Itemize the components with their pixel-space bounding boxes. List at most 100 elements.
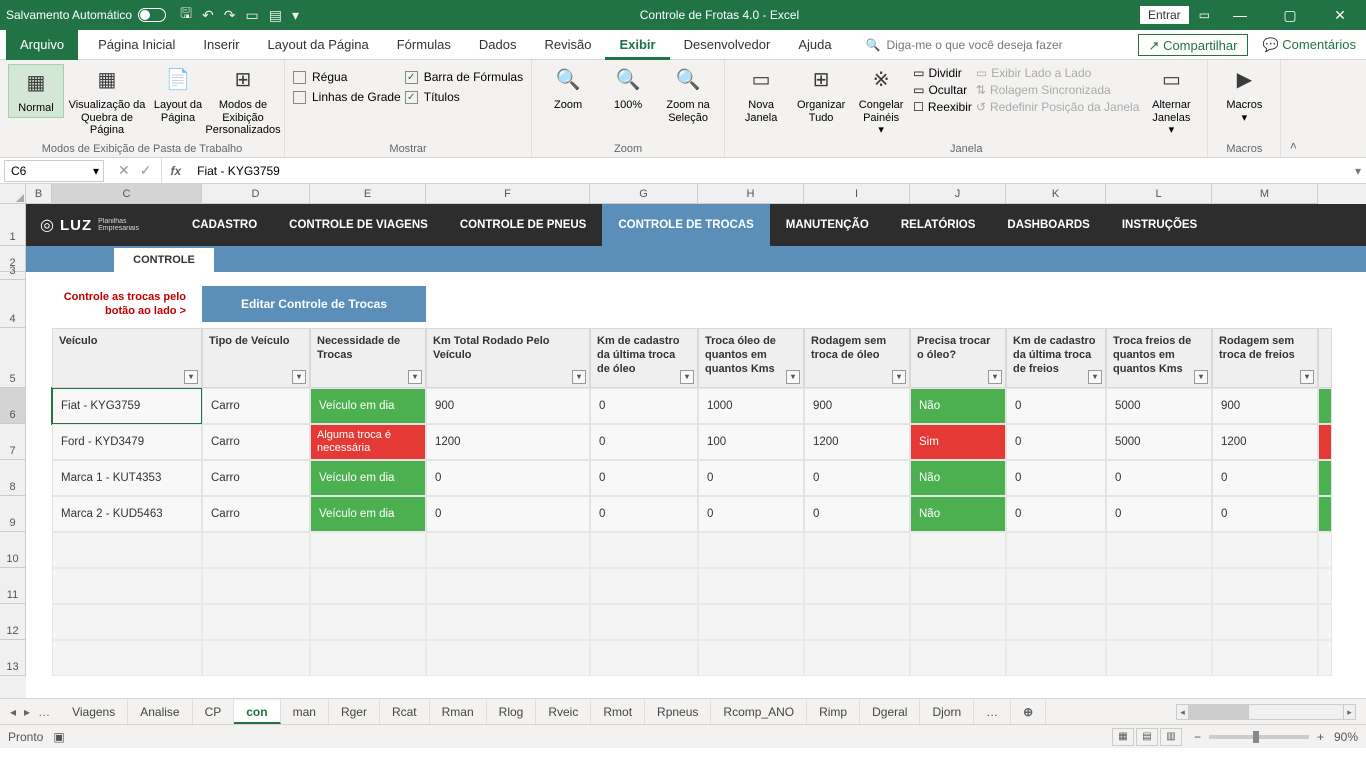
col-header[interactable]: E	[310, 184, 426, 204]
cancel-icon[interactable]: ✕	[118, 162, 130, 179]
filter-dropdown-icon[interactable]: ▾	[184, 370, 198, 384]
sheet-tab-viagens[interactable]: Viagens	[60, 700, 128, 724]
cell-i[interactable]: 0	[804, 460, 910, 496]
sheet-tab-cp[interactable]: CP	[193, 700, 235, 724]
view-pagebreak-icon[interactable]: ▥	[1160, 728, 1182, 746]
save-icon[interactable]: 🖫	[180, 3, 192, 27]
column-header-l[interactable]: Troca freios de quantos em quantos Kms▾	[1106, 328, 1212, 388]
col-header[interactable]: G	[590, 184, 698, 204]
filter-dropdown-icon[interactable]: ▾	[988, 370, 1002, 384]
view-normal-button[interactable]: ▦Normal	[8, 64, 64, 118]
col-header[interactable]: M	[1212, 184, 1318, 204]
cell-f[interactable]: 900	[426, 388, 590, 424]
horizontal-scrollbar[interactable]: ◂ ▸	[1176, 704, 1356, 720]
select-all-corner[interactable]	[0, 184, 26, 204]
cell-i[interactable]: 900	[804, 388, 910, 424]
filter-dropdown-icon[interactable]: ▾	[572, 370, 586, 384]
nav-manutenção[interactable]: MANUTENÇÃO	[770, 204, 885, 246]
row-header[interactable]: 3	[0, 272, 26, 280]
column-header-m[interactable]: Rodagem sem troca de freios▾	[1212, 328, 1318, 388]
cell-e[interactable]: Veículo em dia	[310, 460, 426, 496]
filter-dropdown-icon[interactable]: ▾	[892, 370, 906, 384]
sheet-tab-analise[interactable]: Analise	[128, 700, 192, 724]
cell-h[interactable]: 0	[698, 496, 804, 532]
zoom-in-button[interactable]: +	[1317, 730, 1324, 744]
cell-d[interactable]: Carro	[202, 496, 310, 532]
zoom-button[interactable]: 🔍Zoom	[540, 64, 596, 112]
enter-icon[interactable]: ✓	[140, 162, 152, 179]
cell-k[interactable]: 0	[1006, 388, 1106, 424]
sheet-tab-djorn[interactable]: Djorn	[920, 700, 974, 724]
collapse-ribbon-button[interactable]: ˄	[1281, 60, 1305, 157]
row-header[interactable]: 7	[0, 424, 26, 460]
nav-relatórios[interactable]: RELATÓRIOS	[885, 204, 992, 246]
cell-j[interactable]: Sim	[910, 424, 1006, 460]
cell-g[interactable]: 0	[590, 460, 698, 496]
column-header-i[interactable]: Rodagem sem troca de óleo▾	[804, 328, 910, 388]
scroll-right-icon[interactable]: ▸	[1343, 705, 1355, 719]
split-button[interactable]: ▭ Dividir	[913, 66, 972, 80]
cell-d[interactable]: Carro	[202, 460, 310, 496]
sheet-nav-more-icon[interactable]: …	[974, 700, 1011, 724]
qat-dropdown-icon[interactable]: ▾	[292, 7, 299, 24]
cell-g[interactable]: 0	[590, 496, 698, 532]
cell-g[interactable]: 0	[590, 424, 698, 460]
cell-i[interactable]: 1200	[804, 424, 910, 460]
column-header-h[interactable]: Troca óleo de quantos em quantos Kms▾	[698, 328, 804, 388]
row-header[interactable]: 4	[0, 280, 26, 328]
sheet-tab-rcomp_ano[interactable]: Rcomp_ANO	[711, 700, 807, 724]
tell-me-search[interactable]: 🔍 Diga-me o que você deseja fazer	[846, 38, 1134, 52]
sheet-tab-rveic[interactable]: Rveic	[536, 700, 591, 724]
cell-m[interactable]: 0	[1212, 496, 1318, 532]
undo-icon[interactable]: ↶	[202, 7, 214, 24]
row-header[interactable]: 10	[0, 532, 26, 568]
zoom-100-button[interactable]: 🔍100%	[600, 64, 656, 112]
cell-f[interactable]: 0	[426, 460, 590, 496]
sheet-nav-first-icon[interactable]: ◂	[10, 705, 16, 719]
view-custom-button[interactable]: ⊞Modos de Exibição Personalizados	[210, 64, 276, 137]
nav-controle-de-viagens[interactable]: CONTROLE DE VIAGENS	[273, 204, 444, 246]
filter-dropdown-icon[interactable]: ▾	[1300, 370, 1314, 384]
column-header-d[interactable]: Tipo de Veículo▾	[202, 328, 310, 388]
filter-dropdown-icon[interactable]: ▾	[1088, 370, 1102, 384]
col-header[interactable]: D	[202, 184, 310, 204]
cell-h[interactable]: 1000	[698, 388, 804, 424]
sign-in-button[interactable]: Entrar	[1140, 6, 1189, 24]
sheet-tab-rmot[interactable]: Rmot	[591, 700, 645, 724]
col-header[interactable]: J	[910, 184, 1006, 204]
tab-inserir[interactable]: Inserir	[189, 30, 253, 60]
sheet-tab-rman[interactable]: Rman	[430, 700, 487, 724]
cell-d[interactable]: Carro	[202, 388, 310, 424]
row-header[interactable]: 13	[0, 640, 26, 676]
cell-m[interactable]: 0	[1212, 460, 1318, 496]
filter-dropdown-icon[interactable]: ▾	[1194, 370, 1208, 384]
cell-j[interactable]: Não	[910, 388, 1006, 424]
column-header-k[interactable]: Km de cadastro da última troca de freios…	[1006, 328, 1106, 388]
sheet-nav-prev-icon[interactable]: ▸	[24, 705, 30, 719]
nav-instruções[interactable]: INSTRUÇÕES	[1106, 204, 1213, 246]
comments-button[interactable]: 💬 Comentários	[1252, 37, 1366, 53]
tab-página-inicial[interactable]: Página Inicial	[84, 30, 189, 60]
cell-d[interactable]: Carro	[202, 424, 310, 460]
cell-j[interactable]: Não	[910, 496, 1006, 532]
row-header[interactable]: 9	[0, 496, 26, 532]
nav-cadastro[interactable]: CADASTRO	[176, 204, 273, 246]
sheet-nav-more-icon[interactable]: …	[38, 705, 50, 719]
cell-c[interactable]: Ford - KYD3479	[52, 424, 202, 460]
cell-f[interactable]: 1200	[426, 424, 590, 460]
cell-l[interactable]: 5000	[1106, 424, 1212, 460]
cell-m[interactable]: 900	[1212, 388, 1318, 424]
cell-c[interactable]: Marca 2 - KUD5463	[52, 496, 202, 532]
tab-exibir[interactable]: Exibir	[605, 30, 669, 60]
scroll-left-icon[interactable]: ◂	[1177, 705, 1189, 719]
tab-ajuda[interactable]: Ajuda	[784, 30, 845, 60]
cell-j[interactable]: Não	[910, 460, 1006, 496]
minimize-button[interactable]: —	[1220, 7, 1260, 23]
col-header[interactable]: F	[426, 184, 590, 204]
cell-f[interactable]: 0	[426, 496, 590, 532]
row-header[interactable]: 12	[0, 604, 26, 640]
ribbon-display-icon[interactable]: ▭	[1199, 8, 1210, 22]
col-header[interactable]: B	[26, 184, 52, 204]
cell-l[interactable]: 0	[1106, 460, 1212, 496]
maximize-button[interactable]: ▢	[1270, 7, 1310, 24]
